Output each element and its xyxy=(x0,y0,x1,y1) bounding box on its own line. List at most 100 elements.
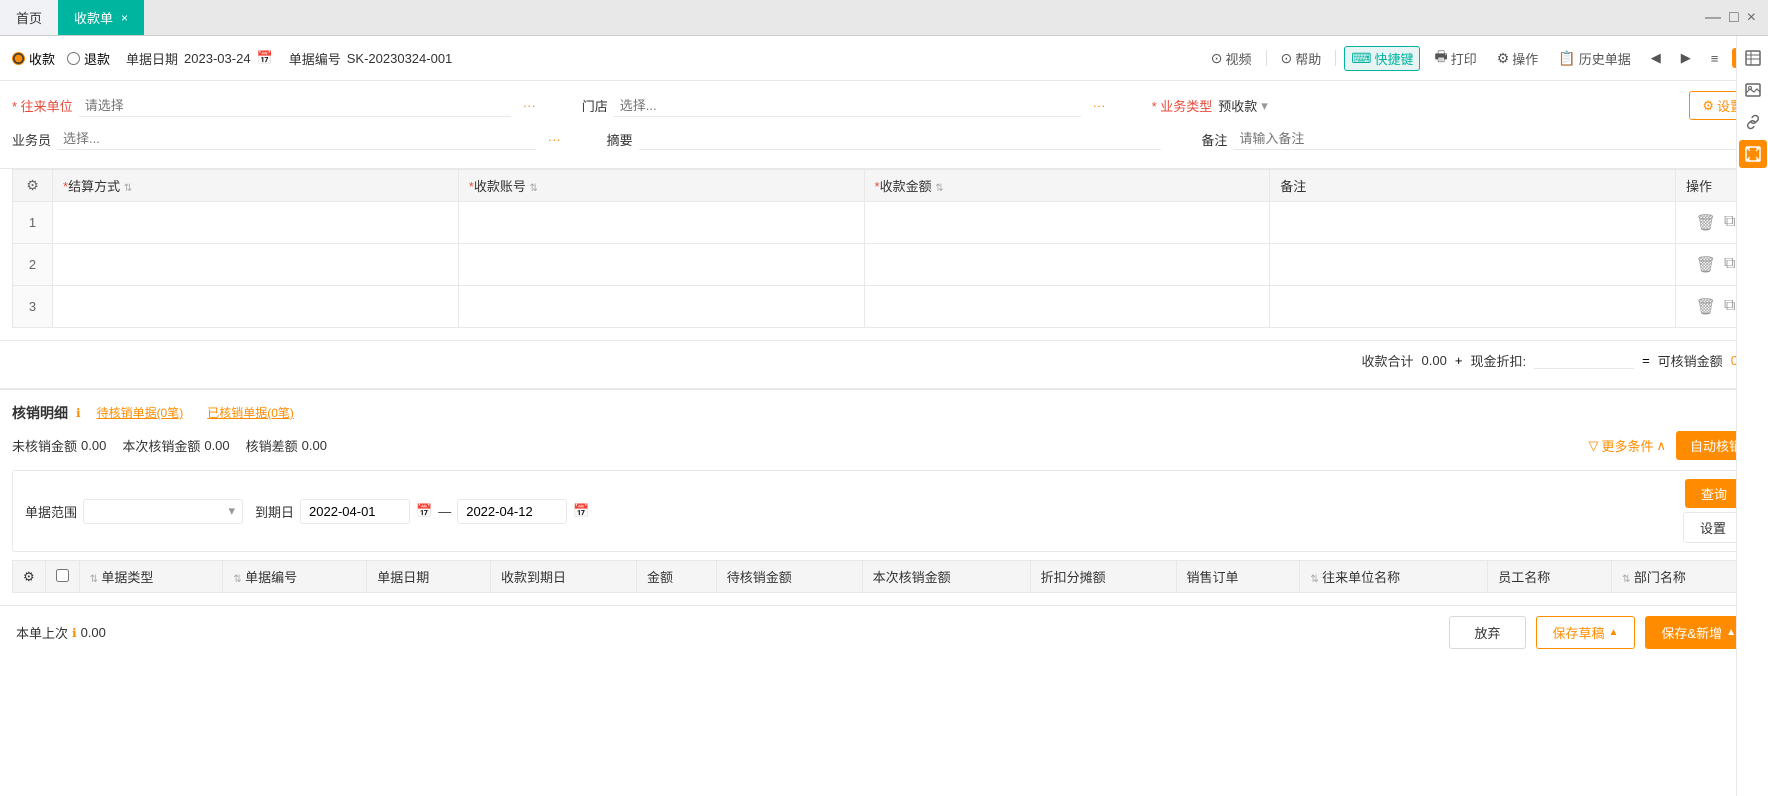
sales-rep-more-icon[interactable]: ··· xyxy=(542,132,567,147)
sidebar-expand-icon[interactable] xyxy=(1739,140,1767,168)
th-amount-label: 金额 xyxy=(647,570,673,585)
counterpart-input[interactable] xyxy=(79,95,511,117)
layout-btn[interactable]: ≡ xyxy=(1705,49,1725,68)
calendar-icon[interactable]: 📅 xyxy=(257,50,273,66)
nav-prev-btn[interactable]: ◀ xyxy=(1645,48,1667,68)
th-discount: 折扣分摊额 xyxy=(1030,561,1176,593)
account-input-1[interactable] xyxy=(469,215,854,230)
calendar-to-icon[interactable]: 📅 xyxy=(573,503,589,519)
row-3-settlement[interactable] xyxy=(53,286,459,328)
operation-btn[interactable]: ⚙ 操作 xyxy=(1491,47,1545,70)
store-more-icon[interactable]: ··· xyxy=(1087,98,1112,113)
th-pending: 待核销金额 xyxy=(716,561,862,593)
copy-icon-2[interactable]: ⧉ xyxy=(1724,255,1735,275)
sidebar-table-icon[interactable] xyxy=(1739,44,1767,72)
date-to-input[interactable] xyxy=(457,499,567,524)
account-input-3[interactable] xyxy=(469,299,854,314)
row-1-settlement[interactable] xyxy=(53,202,459,244)
th-gear[interactable]: ⚙ xyxy=(13,170,53,202)
save-draft-arrow: ▲ xyxy=(1609,627,1619,638)
sort-icon-2[interactable]: ⇅ xyxy=(529,183,537,194)
pending-tab[interactable]: 待核销单据(0笔) xyxy=(89,402,192,423)
more-conditions-btn[interactable]: ▽ 更多条件 ∧ xyxy=(1588,436,1666,455)
sort-icon[interactable]: ⇅ xyxy=(124,183,132,194)
remarks-input-1[interactable] xyxy=(1280,215,1665,230)
row-2-amount[interactable] xyxy=(864,244,1270,286)
remarks-input-2[interactable] xyxy=(1280,257,1665,272)
save-new-label: 保存&新增 xyxy=(1661,623,1722,642)
sort-counterpart[interactable]: ⇅ xyxy=(1310,574,1318,585)
chevron-down-icon[interactable]: ▾ xyxy=(1261,98,1268,114)
th-remarks: 备注 xyxy=(1270,170,1676,202)
row-1-account[interactable] xyxy=(458,202,864,244)
history-btn[interactable]: 📋 历史单据 xyxy=(1552,47,1636,70)
amount-input-1[interactable] xyxy=(875,215,1260,230)
print-btn[interactable]: 🖶 打印 xyxy=(1428,44,1482,72)
query-button[interactable]: 查询 xyxy=(1685,479,1743,508)
th-settlement-label: 结算方式 xyxy=(68,179,120,194)
minimize-icon[interactable]: — xyxy=(1705,9,1721,27)
amount-input-3[interactable] xyxy=(875,299,1260,314)
remarks-input-3[interactable] xyxy=(1280,299,1665,314)
help-btn[interactable]: ⊙ 帮助 xyxy=(1275,47,1328,70)
completed-tab[interactable]: 已核销单据(0笔) xyxy=(199,402,302,423)
date-field: 单据日期 2023-03-24 📅 xyxy=(126,49,273,68)
row-1-remarks[interactable] xyxy=(1270,202,1676,244)
close-icon[interactable]: × xyxy=(1747,9,1756,27)
remarks-input[interactable] xyxy=(1233,128,1756,150)
settlement-input-1[interactable] xyxy=(63,215,448,230)
sort-dept[interactable]: ⇅ xyxy=(1622,574,1630,585)
delete-icon-1[interactable]: 🗑 xyxy=(1696,213,1716,233)
calendar-from-icon[interactable]: 📅 xyxy=(416,503,432,519)
account-input-2[interactable] xyxy=(469,257,854,272)
row-2-settlement[interactable] xyxy=(53,244,459,286)
settlement-input-2[interactable] xyxy=(63,257,448,272)
row-3-account[interactable] xyxy=(458,286,864,328)
print-icon: 🖶 xyxy=(1434,46,1447,70)
summary-input[interactable] xyxy=(639,128,1162,150)
diff-label: 核销差额 xyxy=(246,436,298,455)
row-3-amount[interactable] xyxy=(864,286,1270,328)
store-input[interactable] xyxy=(614,95,1081,117)
nav-next-btn[interactable]: ▶ xyxy=(1675,48,1697,68)
sort-icon-3[interactable]: ⇅ xyxy=(935,183,943,194)
due-date-label: 到期日 xyxy=(255,502,294,521)
row-3-remarks[interactable] xyxy=(1270,286,1676,328)
number-label: 单据编号 xyxy=(289,49,341,68)
sidebar-link-icon[interactable] xyxy=(1739,108,1767,136)
sales-rep-input[interactable] xyxy=(57,128,536,150)
sort-doc-num[interactable]: ⇅ xyxy=(233,574,241,585)
copy-icon-3[interactable]: ⧉ xyxy=(1724,297,1735,317)
delete-icon-2[interactable]: 🗑 xyxy=(1696,255,1716,275)
video-btn[interactable]: ⊙ 视频 xyxy=(1205,47,1258,70)
tab-receipt[interactable]: 收款单 × xyxy=(58,0,144,35)
select-all-checkbox[interactable] xyxy=(56,569,69,582)
verify-info-icon[interactable]: ℹ xyxy=(76,406,81,420)
row-2-account[interactable] xyxy=(458,244,864,286)
sidebar-image-icon[interactable] xyxy=(1739,76,1767,104)
shortcut-btn[interactable]: ⌨ 快捷键 xyxy=(1344,46,1420,71)
th-gear-bottom[interactable]: ⚙ xyxy=(13,561,46,593)
per-unit-info-icon[interactable]: ℹ xyxy=(72,626,77,640)
equals-sign: = xyxy=(1642,353,1650,368)
save-draft-button[interactable]: 保存草稿 ▲ xyxy=(1536,616,1636,649)
row-2-remarks[interactable] xyxy=(1270,244,1676,286)
tab-close-icon[interactable]: × xyxy=(121,11,128,25)
discount-input[interactable] xyxy=(1534,353,1634,369)
maximize-icon[interactable]: □ xyxy=(1729,9,1739,27)
delete-icon-3[interactable]: 🗑 xyxy=(1696,297,1716,317)
receipt-radio[interactable]: 收款 xyxy=(12,49,55,68)
row-1-amount[interactable] xyxy=(864,202,1270,244)
range-select[interactable] xyxy=(83,499,243,524)
refund-radio[interactable]: 退款 xyxy=(67,49,110,68)
th-due-date: 收款到期日 xyxy=(491,561,637,593)
amount-input-2[interactable] xyxy=(875,257,1260,272)
abandon-button[interactable]: 放弃 xyxy=(1449,616,1525,649)
settlement-input-3[interactable] xyxy=(63,299,448,314)
tab-home[interactable]: 首页 xyxy=(0,0,58,35)
sort-doc-type[interactable]: ⇅ xyxy=(90,574,98,585)
counterpart-more-icon[interactable]: ··· xyxy=(517,98,542,113)
filter-settings-button[interactable]: 设置 xyxy=(1683,512,1743,543)
copy-icon-1[interactable]: ⧉ xyxy=(1724,213,1735,233)
date-from-input[interactable] xyxy=(300,499,410,524)
